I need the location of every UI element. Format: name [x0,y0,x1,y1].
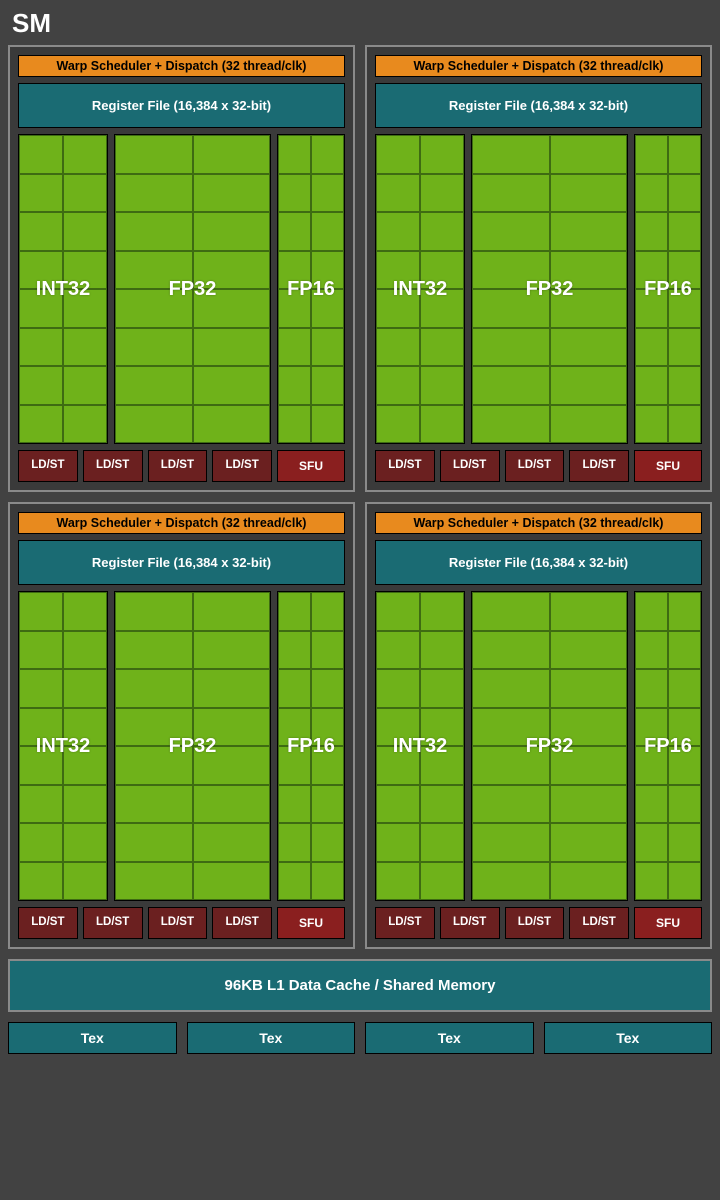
sm-partition: Warp Scheduler + Dispatch (32 thread/clk… [8,45,355,492]
fp32-label: FP32 [169,278,217,301]
int32-label: INT32 [36,735,90,758]
ldst-unit: LD/ST [83,450,143,482]
int32-label: INT32 [393,278,447,301]
int32-label: INT32 [36,278,90,301]
ldst-unit: LD/ST [440,450,500,482]
int32-core-block: INT32 [375,591,465,901]
l1-cache-block: 96KB L1 Data Cache / Shared Memory [8,959,712,1012]
ldst-unit: LD/ST [83,907,143,939]
ldst-unit: LD/ST [569,450,629,482]
sfu-unit: SFU [277,450,345,482]
fp16-label: FP16 [287,735,335,758]
warp-scheduler: Warp Scheduler + Dispatch (32 thread/clk… [18,512,345,534]
fp32-label: FP32 [526,735,574,758]
fp16-label: FP16 [644,735,692,758]
ldst-row: LD/STLD/STLD/STLD/STSFU [18,450,345,482]
fp32-core-block: FP32 [114,591,271,901]
register-file: Register File (16,384 x 32-bit) [18,540,345,585]
int32-core-block: INT32 [375,134,465,444]
fp32-core-block: FP32 [114,134,271,444]
sm-partition: Warp Scheduler + Dispatch (32 thread/clk… [8,502,355,949]
ldst-unit: LD/ST [505,450,565,482]
int32-core-block: INT32 [18,134,108,444]
warp-scheduler: Warp Scheduler + Dispatch (32 thread/clk… [375,512,702,534]
tex-unit: Tex [8,1022,177,1054]
core-row: INT32 FP32 FP16 [18,134,345,444]
core-row: INT32 FP32 FP16 [375,134,702,444]
ldst-row: LD/STLD/STLD/STLD/STSFU [375,450,702,482]
int32-label: INT32 [393,735,447,758]
ldst-row: LD/STLD/STLD/STLD/STSFU [375,907,702,939]
fp32-core-block: FP32 [471,134,628,444]
fp16-core-block: FP16 [277,591,345,901]
core-row: INT32 FP32 FP16 [375,591,702,901]
ldst-unit: LD/ST [148,907,208,939]
ldst-row: LD/STLD/STLD/STLD/STSFU [18,907,345,939]
register-file: Register File (16,384 x 32-bit) [375,540,702,585]
fp32-label: FP32 [169,735,217,758]
warp-scheduler: Warp Scheduler + Dispatch (32 thread/clk… [18,55,345,77]
tex-unit: Tex [365,1022,534,1054]
warp-scheduler: Warp Scheduler + Dispatch (32 thread/clk… [375,55,702,77]
ldst-unit: LD/ST [569,907,629,939]
sm-title: SM [12,8,712,39]
ldst-unit: LD/ST [212,450,272,482]
register-file: Register File (16,384 x 32-bit) [375,83,702,128]
sm-container: SM Warp Scheduler + Dispatch (32 thread/… [0,0,720,1062]
sm-partition: Warp Scheduler + Dispatch (32 thread/clk… [365,45,712,492]
fp16-label: FP16 [287,278,335,301]
sfu-unit: SFU [277,907,345,939]
ldst-unit: LD/ST [375,450,435,482]
sfu-unit: SFU [634,907,702,939]
fp16-core-block: FP16 [277,134,345,444]
fp32-core-block: FP32 [471,591,628,901]
sm-partition: Warp Scheduler + Dispatch (32 thread/clk… [365,502,712,949]
ldst-unit: LD/ST [505,907,565,939]
fp16-core-block: FP16 [634,591,702,901]
fp16-core-block: FP16 [634,134,702,444]
core-row: INT32 FP32 FP16 [18,591,345,901]
ldst-unit: LD/ST [18,907,78,939]
register-file: Register File (16,384 x 32-bit) [18,83,345,128]
ldst-unit: LD/ST [375,907,435,939]
tex-row: Tex Tex Tex Tex [8,1022,712,1054]
ldst-unit: LD/ST [148,450,208,482]
int32-core-block: INT32 [18,591,108,901]
tex-unit: Tex [544,1022,713,1054]
fp32-label: FP32 [526,278,574,301]
sfu-unit: SFU [634,450,702,482]
tex-unit: Tex [187,1022,356,1054]
ldst-unit: LD/ST [212,907,272,939]
ldst-unit: LD/ST [18,450,78,482]
ldst-unit: LD/ST [440,907,500,939]
fp16-label: FP16 [644,278,692,301]
partition-grid: Warp Scheduler + Dispatch (32 thread/clk… [8,45,712,949]
